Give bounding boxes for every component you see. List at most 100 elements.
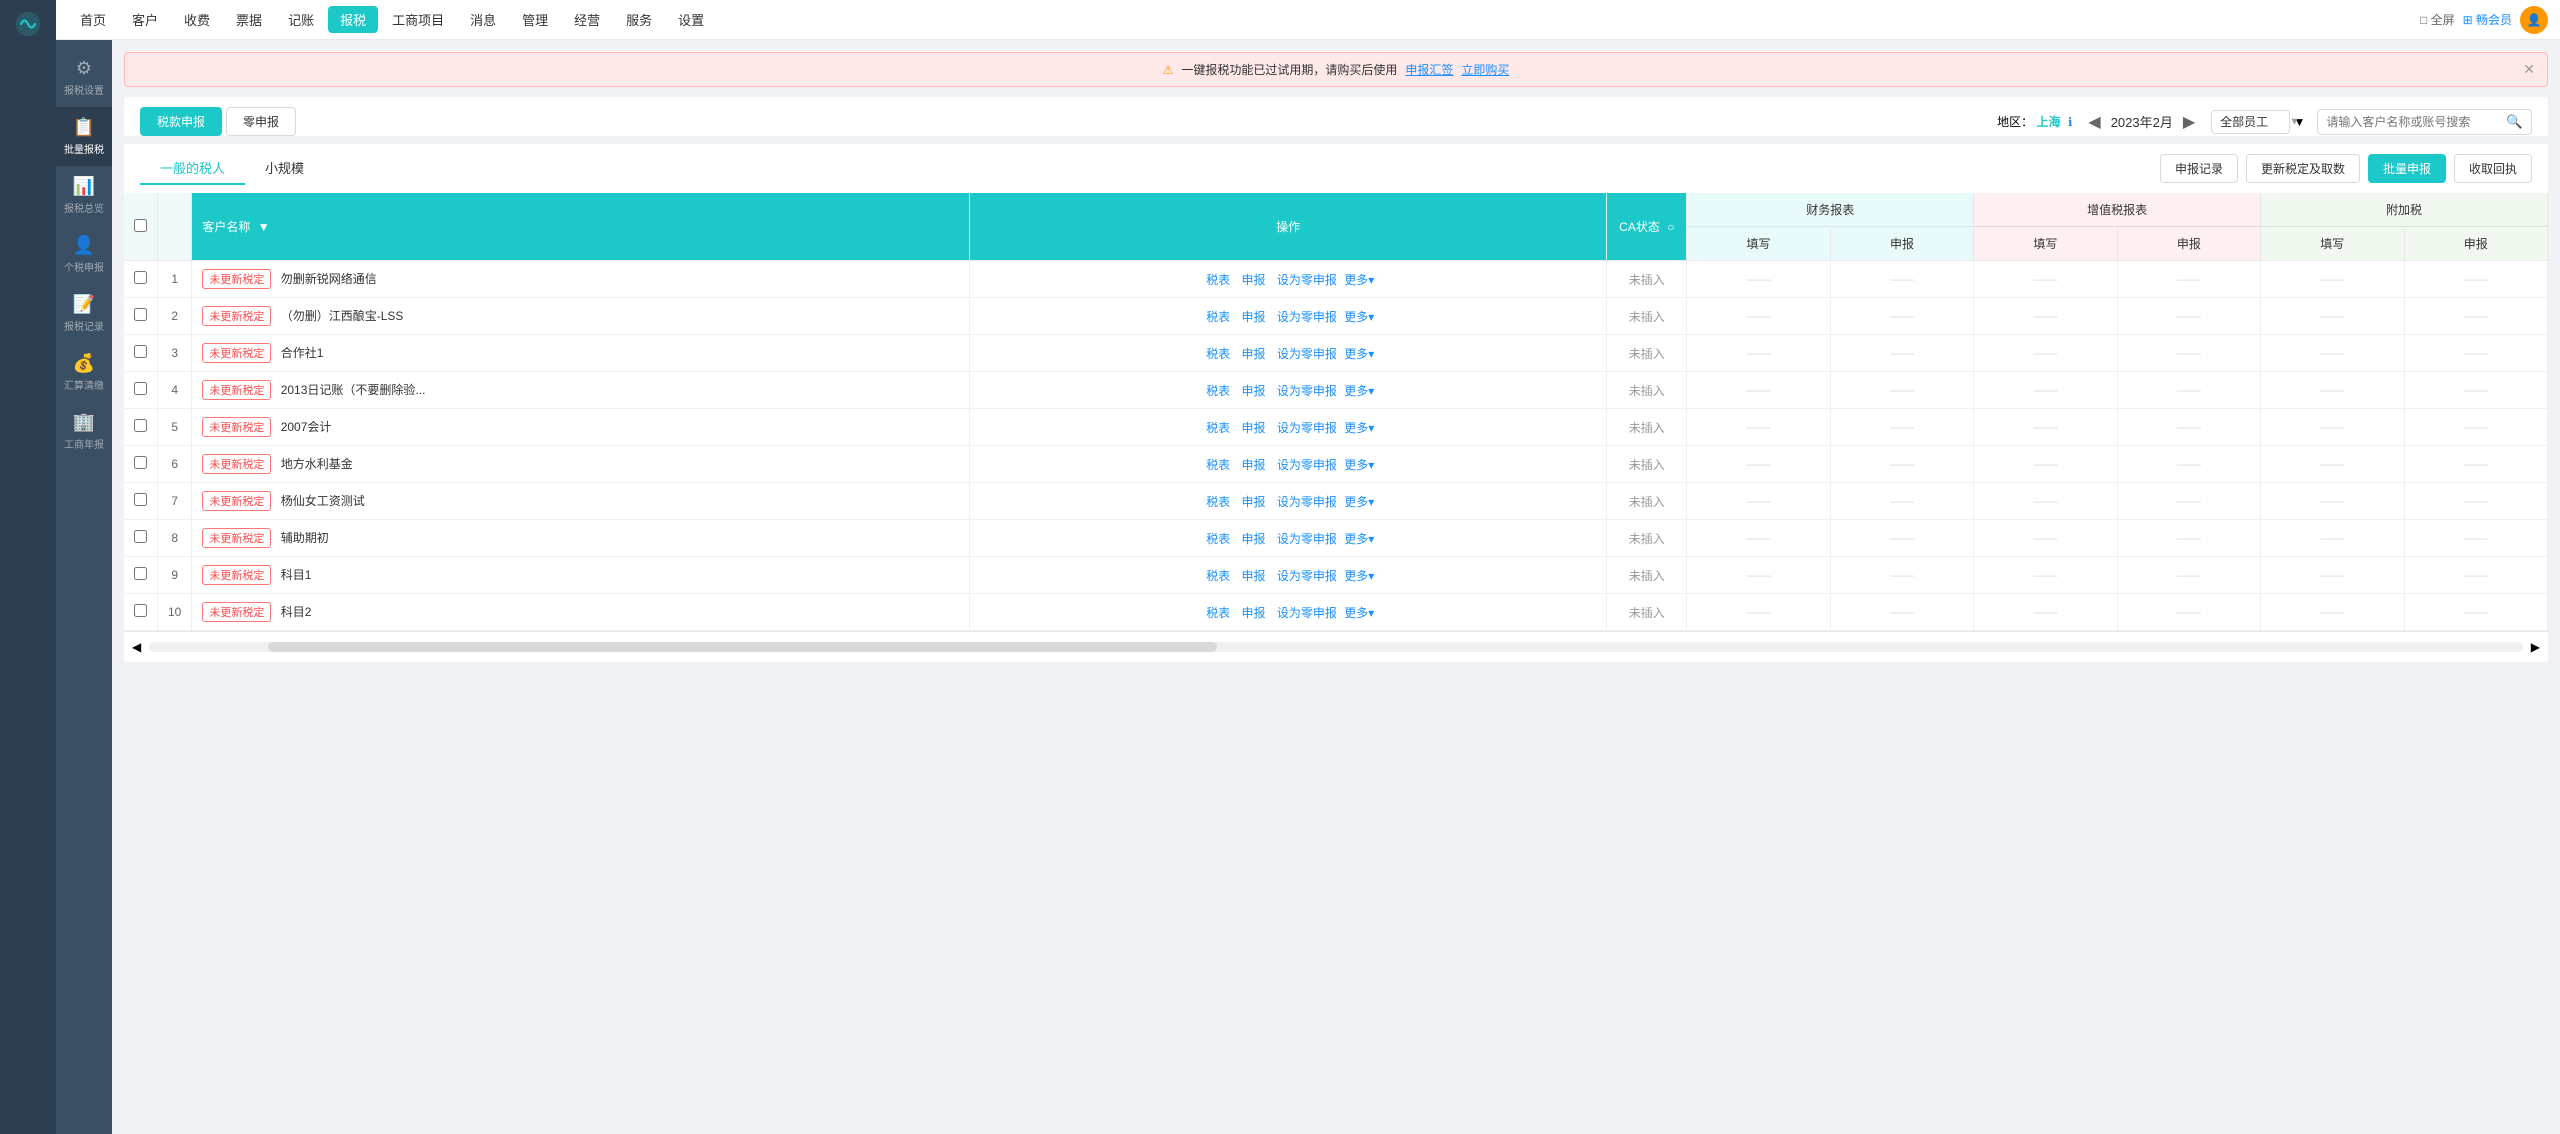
op-declare-6[interactable]: 申报: [1241, 495, 1265, 509]
row-checkbox-4[interactable]: [134, 419, 147, 432]
op-tax-form-1[interactable]: 税表: [1206, 310, 1230, 324]
tab-zero-declaration[interactable]: 零申报: [226, 107, 296, 136]
scroll-right-btn[interactable]: ▶: [2523, 636, 2548, 658]
client-name-2[interactable]: 合作社1: [281, 346, 324, 360]
op-more-1[interactable]: 更多▾: [1344, 310, 1374, 324]
fullscreen-btn[interactable]: □ 全屏: [2420, 11, 2455, 28]
panel-nav-tax-records[interactable]: 📝 报税记录: [56, 284, 112, 343]
row-checkbox-8[interactable]: [134, 567, 147, 580]
client-name-1[interactable]: （勿删）江西酿宝-LSS: [281, 309, 404, 323]
op-declare-9[interactable]: 申报: [1241, 606, 1265, 620]
op-set-zero-5[interactable]: 设为零申报: [1277, 458, 1337, 472]
op-more-5[interactable]: 更多▾: [1344, 458, 1374, 472]
op-tax-form-7[interactable]: 税表: [1206, 532, 1230, 546]
op-more-7[interactable]: 更多▾: [1344, 532, 1374, 546]
panel-nav-tax-overview[interactable]: 📊 报税总览: [56, 166, 112, 225]
date-next-btn[interactable]: ▶: [2179, 112, 2199, 132]
op-declare-1[interactable]: 申报: [1241, 310, 1265, 324]
op-more-9[interactable]: 更多▾: [1344, 606, 1374, 620]
nav-fee[interactable]: 收费: [172, 6, 222, 33]
op-more-6[interactable]: 更多▾: [1344, 495, 1374, 509]
nav-bookkeeping[interactable]: 记账: [276, 6, 326, 33]
search-input[interactable]: [2318, 111, 2498, 133]
op-more-8[interactable]: 更多▾: [1344, 569, 1374, 583]
op-tax-form-8[interactable]: 税表: [1206, 569, 1230, 583]
horizontal-scrollbar[interactable]: [149, 642, 2523, 652]
batch-declare-btn[interactable]: 批量申报: [2368, 154, 2446, 183]
row-checkbox-0[interactable]: [134, 271, 147, 284]
declaration-records-btn[interactable]: 申报记录: [2160, 154, 2238, 183]
panel-nav-annual-report[interactable]: 🏢 工商年报: [56, 402, 112, 461]
op-tax-form-0[interactable]: 税表: [1206, 273, 1230, 287]
op-tax-form-2[interactable]: 税表: [1206, 347, 1230, 361]
op-set-zero-0[interactable]: 设为零申报: [1277, 273, 1337, 287]
op-tax-form-3[interactable]: 税表: [1206, 384, 1230, 398]
op-more-3[interactable]: 更多▾: [1344, 384, 1374, 398]
panel-nav-batch-tax[interactable]: 📋 批量报税: [56, 107, 112, 166]
op-tax-form-6[interactable]: 税表: [1206, 495, 1230, 509]
info-icon[interactable]: ℹ: [2068, 115, 2073, 129]
client-name-5[interactable]: 地方水利基金: [281, 457, 353, 471]
nav-settings[interactable]: 设置: [666, 6, 716, 33]
op-set-zero-6[interactable]: 设为零申报: [1277, 495, 1337, 509]
op-declare-4[interactable]: 申报: [1241, 421, 1265, 435]
row-checkbox-9[interactable]: [134, 604, 147, 617]
client-name-4[interactable]: 2007会计: [281, 420, 332, 434]
member-btn[interactable]: ⊞ 畅会员: [2463, 11, 2512, 28]
nav-operation[interactable]: 经营: [562, 6, 612, 33]
sort-icon[interactable]: ▼: [258, 220, 270, 234]
op-declare-7[interactable]: 申报: [1241, 532, 1265, 546]
tab-small-scale[interactable]: 小规模: [245, 152, 324, 185]
client-name-0[interactable]: 勿删新锐网络通信: [281, 272, 377, 286]
op-more-2[interactable]: 更多▾: [1344, 347, 1374, 361]
op-more-4[interactable]: 更多▾: [1344, 421, 1374, 435]
notification-close[interactable]: ✕: [2523, 61, 2535, 78]
client-name-9[interactable]: 科目2: [281, 605, 312, 619]
nav-bill[interactable]: 票据: [224, 6, 274, 33]
op-declare-3[interactable]: 申报: [1241, 384, 1265, 398]
op-set-zero-2[interactable]: 设为零申报: [1277, 347, 1337, 361]
scrollbar-thumb[interactable]: [268, 642, 1217, 652]
row-checkbox-3[interactable]: [134, 382, 147, 395]
client-name-7[interactable]: 辅助期初: [281, 531, 329, 545]
nav-service[interactable]: 服务: [614, 6, 664, 33]
nav-home[interactable]: 首页: [68, 6, 118, 33]
op-declare-5[interactable]: 申报: [1241, 458, 1265, 472]
client-name-8[interactable]: 科目1: [281, 568, 312, 582]
op-declare-2[interactable]: 申报: [1241, 347, 1265, 361]
panel-nav-tax-settings[interactable]: ⚙ 报税设置: [56, 48, 112, 107]
op-set-zero-1[interactable]: 设为零申报: [1277, 310, 1337, 324]
op-tax-form-9[interactable]: 税表: [1206, 606, 1230, 620]
op-tax-form-4[interactable]: 税表: [1206, 421, 1230, 435]
notification-link2[interactable]: 立即购买: [1461, 61, 1509, 78]
scroll-left-btn[interactable]: ◀: [124, 636, 149, 658]
staff-select[interactable]: 全部员工: [2211, 110, 2290, 134]
row-checkbox-1[interactable]: [134, 308, 147, 321]
row-checkbox-7[interactable]: [134, 530, 147, 543]
nav-manage[interactable]: 管理: [510, 6, 560, 33]
notification-link1[interactable]: 申报汇签: [1405, 61, 1453, 78]
row-checkbox-6[interactable]: [134, 493, 147, 506]
op-set-zero-8[interactable]: 设为零申报: [1277, 569, 1337, 583]
panel-nav-personal-tax[interactable]: 👤 个税申报: [56, 225, 112, 284]
date-prev-btn[interactable]: ◀: [2084, 112, 2104, 132]
op-set-zero-7[interactable]: 设为零申报: [1277, 532, 1337, 546]
tab-general-taxpayer[interactable]: 一般的税人: [140, 152, 245, 185]
op-set-zero-3[interactable]: 设为零申报: [1277, 384, 1337, 398]
nav-customer[interactable]: 客户: [120, 6, 170, 33]
row-checkbox-5[interactable]: [134, 456, 147, 469]
select-all-checkbox[interactable]: [134, 219, 147, 232]
client-name-6[interactable]: 杨仙女工资测试: [281, 494, 365, 508]
client-name-3[interactable]: 2013日记账（不要删除验...: [281, 383, 426, 397]
op-more-0[interactable]: 更多▾: [1344, 273, 1374, 287]
op-declare-8[interactable]: 申报: [1241, 569, 1265, 583]
op-tax-form-5[interactable]: 税表: [1206, 458, 1230, 472]
user-avatar[interactable]: 👤: [2520, 6, 2548, 34]
nav-message[interactable]: 消息: [458, 6, 508, 33]
search-button[interactable]: 🔍: [2498, 110, 2531, 134]
collect-receipt-btn[interactable]: 收取回执: [2454, 154, 2532, 183]
update-tax-btn[interactable]: 更新税定及取数: [2246, 154, 2360, 183]
op-set-zero-9[interactable]: 设为零申报: [1277, 606, 1337, 620]
nav-tax[interactable]: 报税: [328, 6, 378, 33]
op-set-zero-4[interactable]: 设为零申报: [1277, 421, 1337, 435]
